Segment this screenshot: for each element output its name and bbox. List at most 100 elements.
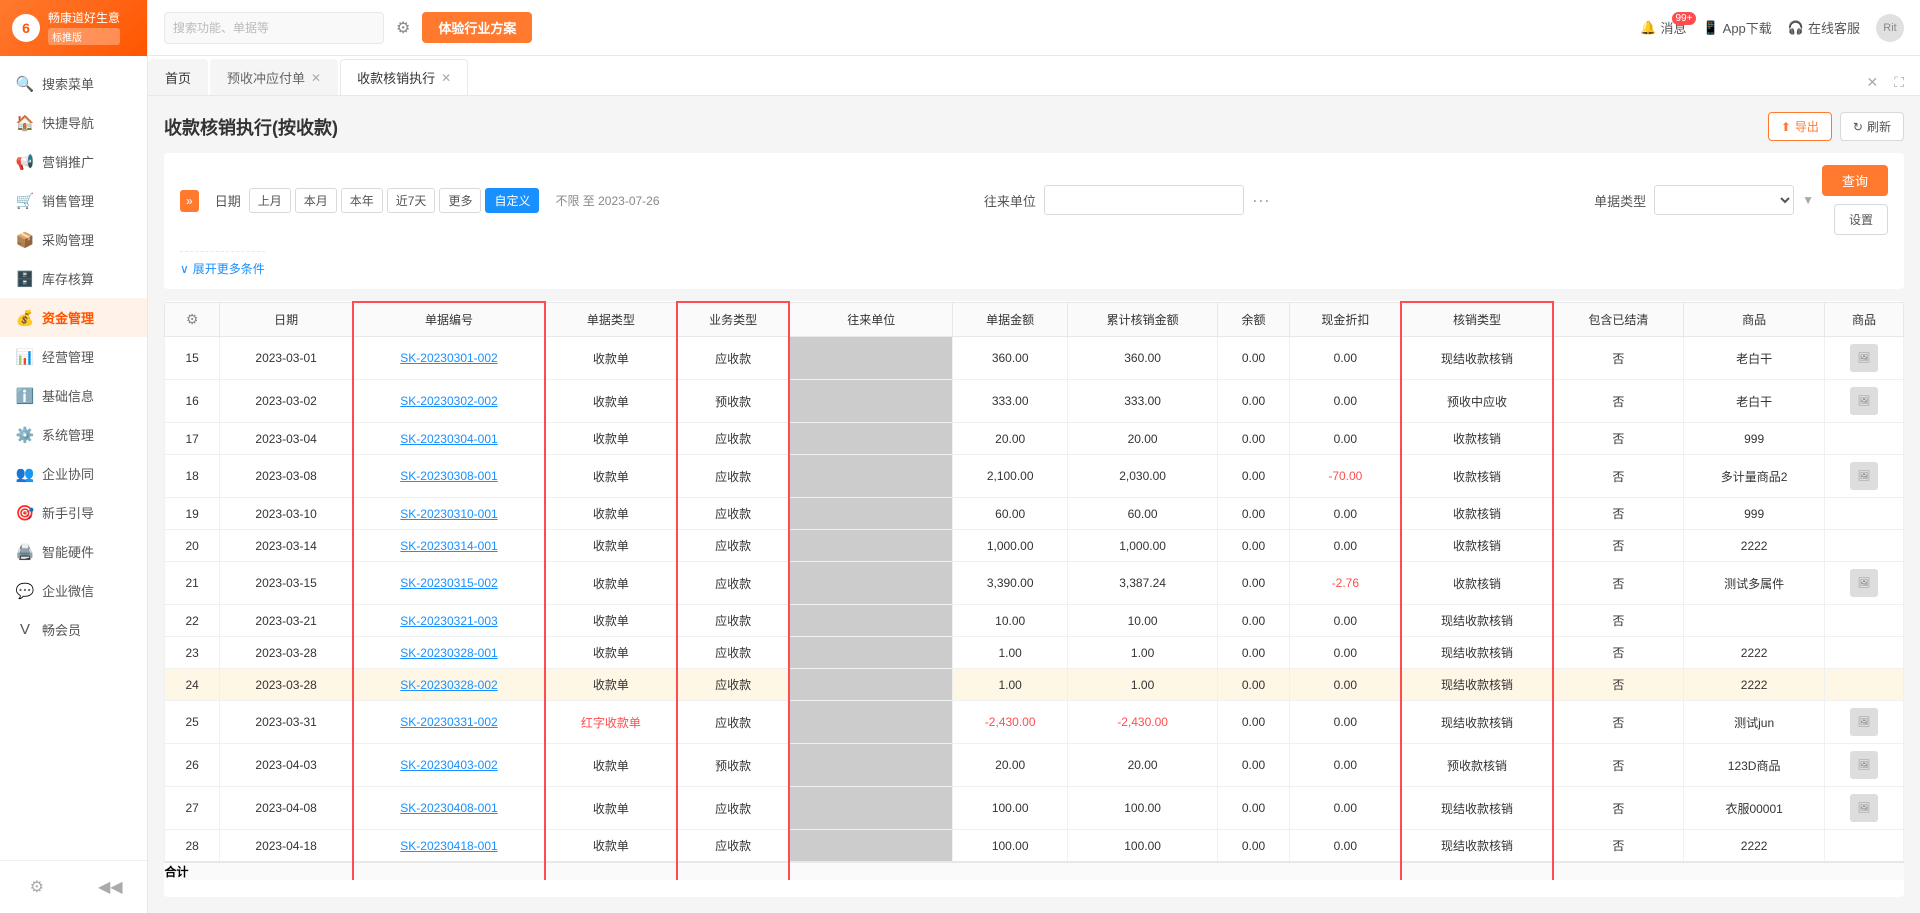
refresh-btn[interactable]: ↻ 刷新 — [1840, 112, 1904, 141]
cell-bill-no[interactable]: SK-20230408-001 — [353, 787, 545, 830]
filter-toggle-btn[interactable]: » — [180, 193, 199, 208]
cell-bill-no[interactable]: SK-20230331-002 — [353, 701, 545, 744]
footer-goods-img — [1825, 862, 1904, 880]
cell-bill-no[interactable]: SK-20230304-001 — [353, 423, 545, 455]
tab-close-all-icon[interactable]: ✕ — [1862, 70, 1882, 95]
date-more-btn[interactable]: 更多 — [439, 188, 481, 213]
bill-type-select[interactable] — [1654, 185, 1794, 215]
tab-verify[interactable]: 收款核销执行 ✕ — [340, 59, 468, 95]
marketing-icon: 📢 — [16, 153, 34, 171]
table-col-settings-btn[interactable]: ⚙ — [186, 311, 199, 328]
cell-counterparty — [789, 380, 952, 423]
industry-solution-btn[interactable]: 体验行业方案 — [422, 12, 532, 43]
col-counterparty: 往来单位 — [789, 302, 952, 337]
cell-counterparty — [789, 455, 952, 498]
cell-counterparty — [789, 337, 952, 380]
cell-goods — [1684, 605, 1825, 637]
goods-thumbnail: 🖼 — [1850, 344, 1878, 372]
date-last-month-btn[interactable]: 上月 — [249, 188, 291, 213]
cell-counterparty — [789, 669, 952, 701]
tab-expand-icon[interactable]: ⛶ — [1890, 70, 1908, 95]
sidebar-item-quicknav[interactable]: 🏠 快捷导航 — [0, 103, 147, 142]
cell-bill-no[interactable]: SK-20230301-002 — [353, 337, 545, 380]
data-table: ⚙ 日期 单据编号 单据类型 业务类型 往来单位 单据金额 累计核销金额 余额 … — [164, 301, 1904, 880]
sidebar-item-member[interactable]: V 畅会员 — [0, 610, 147, 649]
sidebar-item-hardware[interactable]: 🖨️ 智能硬件 — [0, 532, 147, 571]
cell-amount: 360.00 — [953, 337, 1068, 380]
cell-goods: 老白干 — [1684, 337, 1825, 380]
tab-verify-close[interactable]: ✕ — [441, 71, 451, 85]
sidebar-item-sales[interactable]: 🛒 销售管理 — [0, 181, 147, 220]
sidebar-item-purchase[interactable]: 📦 采购管理 — [0, 220, 147, 259]
cell-bill-no[interactable]: SK-20230328-001 — [353, 637, 545, 669]
expand-label: 展开更多条件 — [193, 260, 265, 277]
cell-cash-discount: 0.00 — [1290, 669, 1402, 701]
sidebar-logo: 6 畅康道好生意 标推版 — [0, 0, 147, 56]
cell-bill-no[interactable]: SK-20230310-001 — [353, 498, 545, 530]
sidebar-item-inventory[interactable]: 🗄️ 库存核算 — [0, 259, 147, 298]
sidebar-item-system[interactable]: ⚙️ 系统管理 — [0, 415, 147, 454]
export-btn[interactable]: ⬆ 导出 — [1768, 112, 1832, 141]
date-this-year-btn[interactable]: 本年 — [341, 188, 383, 213]
cell-include-settled: 否 — [1553, 530, 1684, 562]
sidebar-item-guide[interactable]: 🎯 新手引导 — [0, 493, 147, 532]
cell-balance: 0.00 — [1217, 637, 1289, 669]
counterparty-input[interactable] — [1044, 185, 1244, 215]
notice-btn[interactable]: 🔔 消息 99+ — [1640, 18, 1686, 37]
tab-prepay[interactable]: 预收冲应付单 ✕ — [210, 59, 338, 95]
cell-goods: 2222 — [1684, 669, 1825, 701]
cell-bill-no[interactable]: SK-20230308-001 — [353, 455, 545, 498]
query-btn[interactable]: 查询 — [1822, 165, 1888, 196]
sidebar-item-operation[interactable]: 📊 经营管理 — [0, 337, 147, 376]
cell-bill-no[interactable]: SK-20230302-002 — [353, 380, 545, 423]
sidebar-item-finance[interactable]: 💰 资金管理 — [0, 298, 147, 337]
cell-date: 2023-03-14 — [220, 530, 353, 562]
date-this-month-btn[interactable]: 本月 — [295, 188, 337, 213]
cell-biz-type: 预收款 — [677, 380, 790, 423]
cell-goods-img — [1825, 830, 1904, 863]
date-7days-btn[interactable]: 近7天 — [387, 188, 436, 213]
cell-bill-type: 收款单 — [545, 744, 677, 787]
sidebar-settings-btn[interactable]: ⚙ — [19, 869, 55, 905]
cell-bill-no[interactable]: SK-20230314-001 — [353, 530, 545, 562]
filter-dots[interactable]: ··· — [1252, 190, 1270, 211]
table-footer-row: 合计 — [165, 862, 1904, 880]
cell-verify-type: 收款核销 — [1401, 423, 1552, 455]
bill-type-dropdown-icon[interactable]: ▼ — [1802, 193, 1814, 207]
export-icon: ⬆ — [1781, 120, 1791, 134]
cell-verified-amount: 360.00 — [1068, 337, 1218, 380]
app-download-btn[interactable]: 📱 App下载 — [1702, 18, 1771, 37]
logo-icon: 6 — [12, 14, 40, 42]
headset-icon: 🎧 — [1788, 20, 1804, 36]
cell-cash-discount: 0.00 — [1290, 380, 1402, 423]
goods-thumbnail: 🖼 — [1850, 387, 1878, 415]
sidebar-item-corp-collab[interactable]: 👥 企业协同 — [0, 454, 147, 493]
sidebar-item-wechat[interactable]: 💬 企业微信 — [0, 571, 147, 610]
col-gear[interactable]: ⚙ — [165, 302, 220, 337]
online-service-btn[interactable]: 🎧 在线客服 — [1788, 18, 1860, 37]
topbar-search-box[interactable]: 搜索功能、单据等 — [164, 12, 384, 44]
expand-more-row[interactable]: ∨ 展开更多条件 — [180, 251, 265, 277]
cell-bill-no[interactable]: SK-20230321-003 — [353, 605, 545, 637]
cell-goods-img — [1825, 498, 1904, 530]
cell-counterparty — [789, 562, 952, 605]
filter-setting-btn[interactable]: 设置 — [1834, 204, 1888, 235]
col-biz-type: 业务类型 — [677, 302, 790, 337]
counterparty-filter-label: 往来单位 — [984, 191, 1036, 210]
sidebar-item-basicinfo[interactable]: ℹ️ 基础信息 — [0, 376, 147, 415]
cell-bill-no[interactable]: SK-20230418-001 — [353, 830, 545, 863]
sidebar-item-label: 新手引导 — [42, 503, 94, 522]
settings-icon[interactable]: ⚙ — [396, 18, 410, 38]
sidebar-item-marketing[interactable]: 📢 营销推广 — [0, 142, 147, 181]
cell-bill-no[interactable]: SK-20230328-002 — [353, 669, 545, 701]
sidebar-collapse-btn[interactable]: ◀◀ — [92, 869, 128, 905]
date-custom-btn[interactable]: 自定义 — [485, 188, 539, 213]
user-avatar[interactable]: Rit — [1876, 14, 1904, 42]
tab-prepay-close[interactable]: ✕ — [311, 71, 321, 85]
cell-bill-no[interactable]: SK-20230403-002 — [353, 744, 545, 787]
tab-home[interactable]: 首页 — [148, 59, 208, 95]
cell-bill-no[interactable]: SK-20230315-002 — [353, 562, 545, 605]
cell-cash-discount: 0.00 — [1290, 337, 1402, 380]
footer-goods — [1684, 862, 1825, 880]
sidebar-item-search[interactable]: 🔍 搜索菜单 — [0, 64, 147, 103]
